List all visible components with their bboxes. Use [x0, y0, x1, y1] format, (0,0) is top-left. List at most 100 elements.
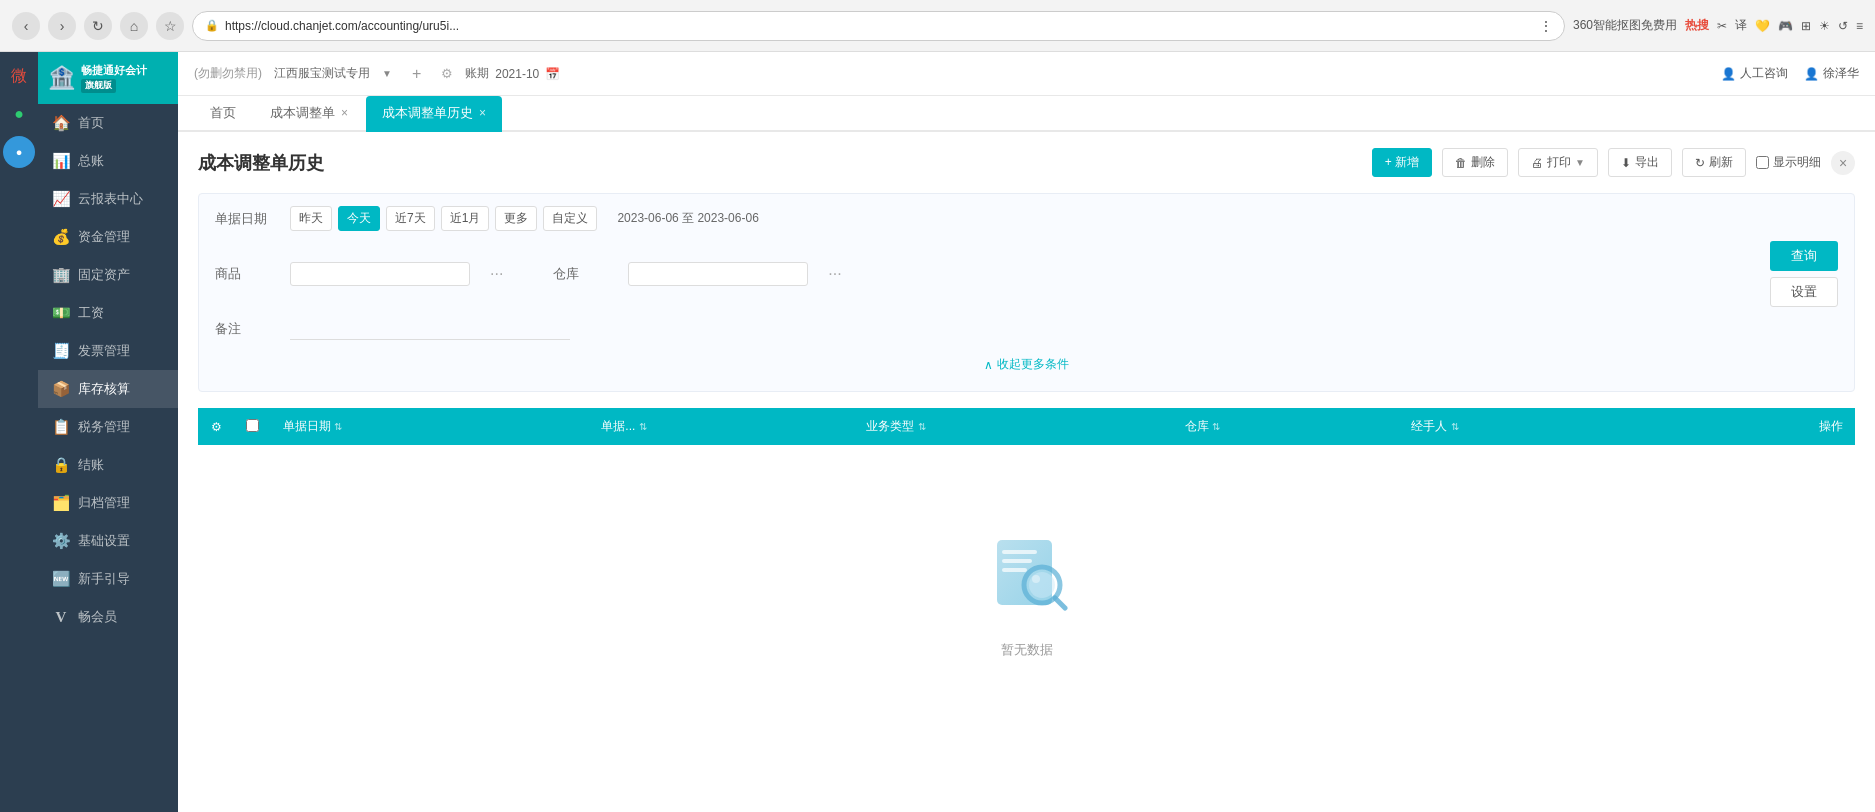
- delete-button[interactable]: 🗑 删除: [1442, 148, 1508, 177]
- sidebar-item-tax[interactable]: 📋 税务管理: [38, 408, 178, 446]
- export-button[interactable]: ⬇ 导出: [1608, 148, 1672, 177]
- col-biz-type[interactable]: 业务类型 ⇅: [854, 408, 1172, 445]
- sidebar-item-reports[interactable]: 📈 云报表中心: [38, 180, 178, 218]
- goods-more-icon[interactable]: ···: [490, 265, 503, 283]
- col-checkbox[interactable]: [234, 408, 271, 445]
- col-date[interactable]: 单据日期 ⇅: [271, 408, 589, 445]
- warehouse-more-icon[interactable]: ···: [828, 265, 841, 283]
- date-btn-1month[interactable]: 近1月: [441, 206, 490, 231]
- calendar-icon[interactable]: 📅: [545, 67, 560, 81]
- funds-icon: 💰: [52, 228, 70, 246]
- display-cols-label[interactable]: 显示明细: [1756, 154, 1821, 171]
- wallet-icon[interactable]: 💛: [1755, 19, 1770, 33]
- date-btn-today[interactable]: 今天: [338, 206, 380, 231]
- service-icon: 👤: [1721, 67, 1736, 81]
- username-btn[interactable]: 👤 徐泽华: [1804, 65, 1859, 82]
- tab-home[interactable]: 首页: [194, 96, 252, 132]
- page-title: 成本调整单历史: [198, 151, 324, 175]
- game-icon[interactable]: 🎮: [1778, 19, 1793, 33]
- settings-gear-icon[interactable]: ⚙: [441, 66, 453, 81]
- col-handler[interactable]: 经手人 ⇅: [1399, 408, 1671, 445]
- sidebar-item-closing[interactable]: 🔒 结账: [38, 446, 178, 484]
- col-settings[interactable]: ⚙: [198, 408, 234, 445]
- sort-date-icon[interactable]: ⇅: [334, 421, 342, 432]
- sidebar-item-ledger[interactable]: 📊 总账: [38, 142, 178, 180]
- sidebar-item-archive-label: 归档管理: [78, 494, 130, 512]
- scissors-icon[interactable]: ✂: [1717, 19, 1727, 33]
- date-filter-group: 昨天 今天 近7天 近1月 更多 自定义: [290, 206, 597, 231]
- salary-icon: 💵: [52, 304, 70, 322]
- sidebar-item-home[interactable]: 🏠 首页: [38, 104, 178, 142]
- display-cols-checkbox[interactable]: [1756, 156, 1769, 169]
- refresh-button[interactable]: ↻: [84, 12, 112, 40]
- home-icon: 🏠: [52, 114, 70, 132]
- col-biz-type-label: 业务类型: [866, 419, 914, 433]
- empty-state-icon: [977, 525, 1077, 625]
- sidebar-item-settings[interactable]: ⚙️ 基础设置: [38, 522, 178, 560]
- print-button[interactable]: 🖨 打印 ▼: [1518, 148, 1598, 177]
- col-action-label: 操作: [1819, 419, 1843, 433]
- undo-icon[interactable]: ↺: [1838, 19, 1848, 33]
- more-icon[interactable]: ≡: [1856, 19, 1863, 33]
- ledger-icon: 📊: [52, 152, 70, 170]
- sidebar-item-archive[interactable]: 🗂️ 归档管理: [38, 484, 178, 522]
- sort-warehouse-icon[interactable]: ⇅: [1212, 421, 1220, 432]
- date-btn-more[interactable]: 更多: [495, 206, 537, 231]
- tab-cost-adjust-history[interactable]: 成本调整单历史 ×: [366, 96, 502, 132]
- sidebar-item-inventory[interactable]: 📦 库存核算: [38, 370, 178, 408]
- sidebar-logo: 🏦 畅捷通好会计 旗舰版: [38, 52, 178, 104]
- home-button[interactable]: ⌂: [120, 12, 148, 40]
- sidebar-item-fixed-assets[interactable]: 🏢 固定资产: [38, 256, 178, 294]
- logo-name: 畅捷通好会计: [81, 63, 147, 77]
- star-button[interactable]: ☆: [156, 12, 184, 40]
- svg-line-6: [1055, 598, 1065, 608]
- sort-number-icon[interactable]: ⇅: [639, 421, 647, 432]
- address-bar[interactable]: 🔒 https://cloud.chanjet.com/accounting/u…: [192, 11, 1565, 41]
- translate-icon[interactable]: 译: [1735, 17, 1747, 34]
- add-button[interactable]: + 新增: [1372, 148, 1432, 177]
- tab-bar: 首页 成本调整单 × 成本调整单历史 ×: [178, 96, 1875, 132]
- col-number[interactable]: 单据... ⇅: [589, 408, 854, 445]
- settings-filter-button[interactable]: 设置: [1770, 277, 1838, 307]
- sidebar-item-guide[interactable]: 🆕 新手引导: [38, 560, 178, 598]
- icon-bar-blue[interactable]: ●: [3, 136, 35, 168]
- svg-rect-1: [1002, 550, 1037, 554]
- user-service-btn[interactable]: 👤 人工咨询: [1721, 65, 1788, 82]
- col-date-label: 单据日期: [283, 419, 331, 433]
- brightness-icon[interactable]: ☀: [1819, 19, 1830, 33]
- sidebar-item-ledger-label: 总账: [78, 152, 104, 170]
- browser-menu-icon: ⋮: [1540, 19, 1552, 33]
- warehouse-filter-input[interactable]: [628, 262, 808, 286]
- sidebar-item-invoice[interactable]: 🧾 发票管理: [38, 332, 178, 370]
- sidebar-item-fixed-assets-label: 固定资产: [78, 266, 130, 284]
- query-button[interactable]: 查询: [1770, 241, 1838, 271]
- collapse-button[interactable]: ∧ 收起更多条件: [215, 350, 1838, 379]
- sidebar-item-membership[interactable]: V 畅会员: [38, 598, 178, 636]
- tab-cost-adjust-history-close[interactable]: ×: [479, 106, 486, 120]
- tab-cost-adjust[interactable]: 成本调整单 ×: [254, 96, 364, 132]
- goods-filter-input[interactable]: [290, 262, 470, 286]
- sidebar-item-funds[interactable]: 💰 资金管理: [38, 218, 178, 256]
- refresh-button[interactable]: ↻ 刷新: [1682, 148, 1746, 177]
- col-warehouse[interactable]: 仓库 ⇅: [1173, 408, 1400, 445]
- select-all-checkbox[interactable]: [246, 419, 259, 432]
- date-btn-yesterday[interactable]: 昨天: [290, 206, 332, 231]
- icon-bar-weibo[interactable]: 微: [3, 60, 35, 92]
- sort-biz-type-icon[interactable]: ⇅: [918, 421, 926, 432]
- sort-handler-icon[interactable]: ⇅: [1451, 421, 1459, 432]
- sidebar-item-salary[interactable]: 💵 工资: [38, 294, 178, 332]
- date-btn-7days[interactable]: 近7天: [386, 206, 435, 231]
- page-content: 成本调整单历史 + 新增 🗑 删除 🖨 打印 ▼ ⬇ 导出: [178, 132, 1875, 812]
- top-bar-right: 👤 人工咨询 👤 徐泽华: [1721, 65, 1859, 82]
- add-company-btn[interactable]: +: [404, 61, 429, 87]
- notes-filter-input[interactable]: [290, 317, 570, 340]
- back-button[interactable]: ‹: [12, 12, 40, 40]
- company-dropdown-arrow[interactable]: ▼: [382, 68, 392, 79]
- close-page-button[interactable]: ×: [1831, 151, 1855, 175]
- forward-button[interactable]: ›: [48, 12, 76, 40]
- grid-icon[interactable]: ⊞: [1801, 19, 1811, 33]
- tab-cost-adjust-close[interactable]: ×: [341, 106, 348, 120]
- browser-tools: 360智能抠图免费用 热搜 ✂ 译 💛 🎮 ⊞ ☀ ↺ ≡: [1573, 17, 1863, 34]
- icon-bar-green[interactable]: ●: [3, 98, 35, 130]
- date-btn-custom[interactable]: 自定义: [543, 206, 597, 231]
